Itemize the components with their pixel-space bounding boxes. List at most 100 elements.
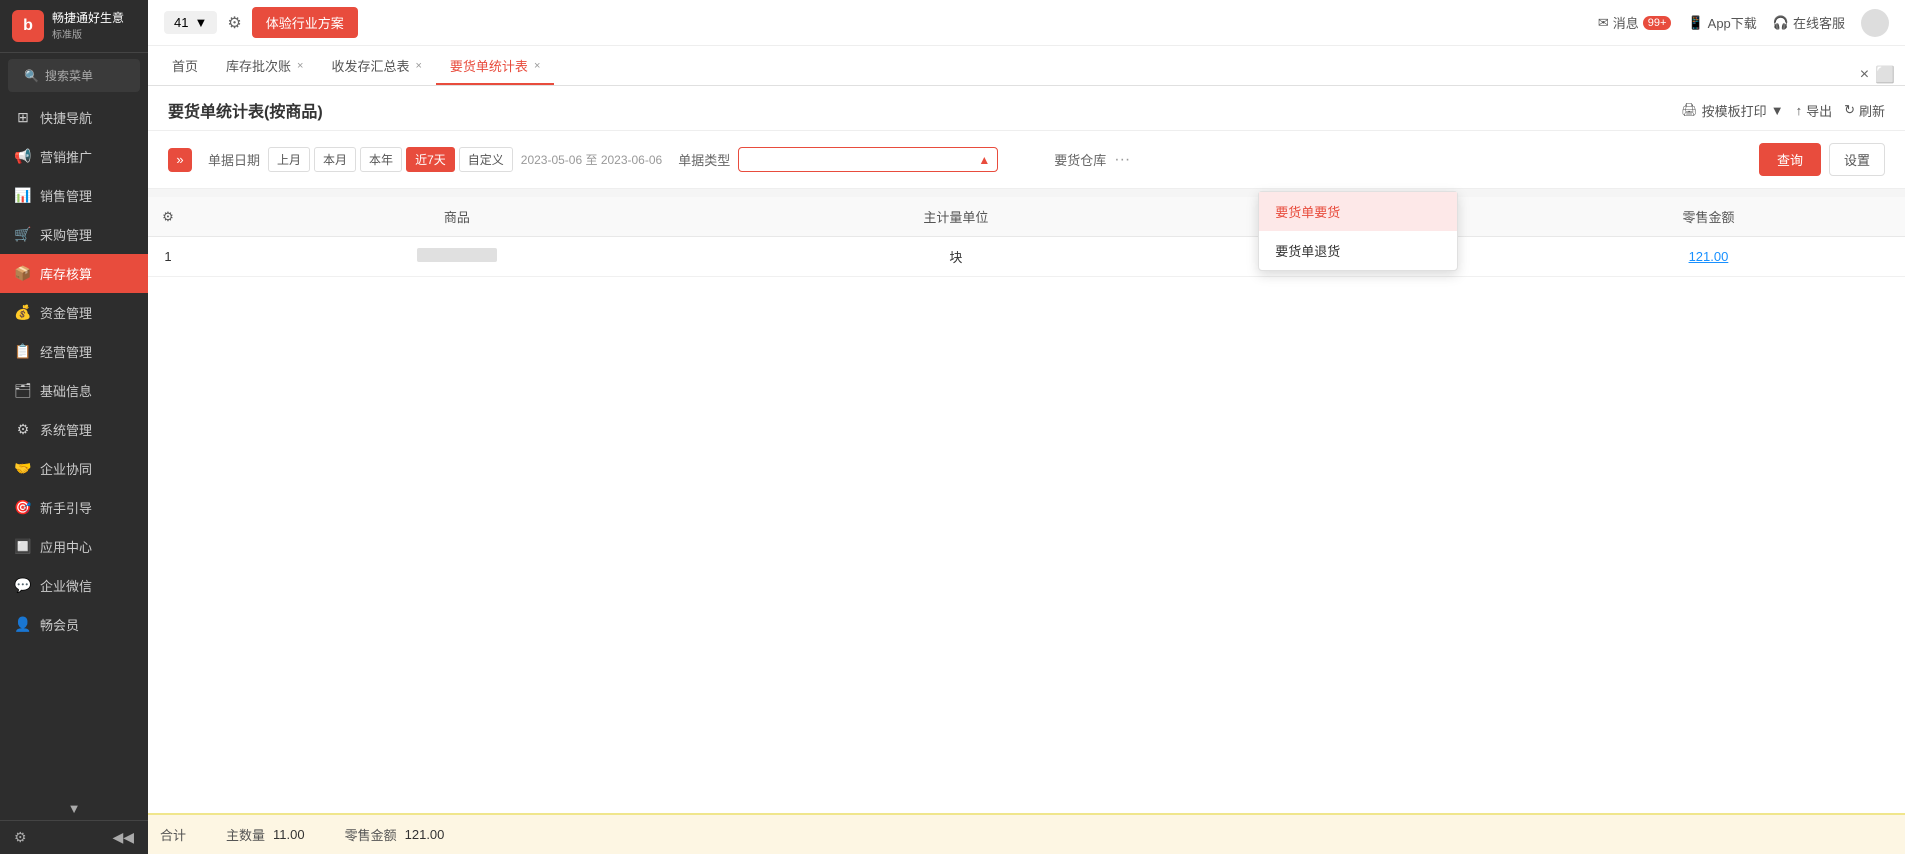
tab-close-icon[interactable]: × [415,60,421,72]
col-product: 商品 [188,197,726,237]
sidebar-item-apps[interactable]: 🔲 应用中心 [0,527,148,566]
export-icon: ↑ [1796,103,1803,118]
date-btn-prev-month[interactable]: 上月 [268,147,310,172]
settings-action-btn[interactable]: 设置 [1829,143,1885,176]
type-filter-arrow-icon[interactable]: ▲ [978,153,990,167]
sidebar-logo: b 畅捷通好生意 标准版 [0,0,148,53]
type-filter-input[interactable] [738,147,998,172]
sidebar-item-finance[interactable]: 💰 资金管理 [0,293,148,332]
online-service-label: 在线客服 [1793,13,1845,32]
sidebar-item-wechat[interactable]: 💬 企业微信 [0,566,148,605]
footer-amount-value: 121.00 [405,827,445,842]
user-avatar[interactable] [1861,9,1889,37]
sidebar-settings-icon[interactable]: ⚙ [14,829,27,846]
tab-restore-icon[interactable]: ⬜ [1875,65,1895,85]
print-btn[interactable]: 🖨 按模板打印 ▼ [1681,101,1783,120]
guide-icon: 🎯 [14,499,32,517]
footer-label: 合计 [160,825,186,844]
date-filter-group: 单据日期 上月 本月 本年 近7天 自定义 2023-05-06 至 2023-… [208,147,662,172]
date-btn-custom[interactable]: 自定义 [459,147,513,172]
tab-close-icon[interactable]: × [297,60,303,72]
sidebar-item-label: 系统管理 [40,420,92,439]
topbar-settings-icon[interactable]: ⚙ [227,13,241,33]
date-range-btns: 上月 本月 本年 近7天 自定义 [268,147,513,172]
warehouse-dots-btn[interactable]: ··· [1114,151,1130,169]
table-footer: 合计 主数量 11.00 零售金额 121.00 [148,813,1905,854]
tab-requisition[interactable]: 要货单统计表 × [436,48,554,85]
topbar-right: ✉ 消息 99+ 📱 App下载 🎧 在线客服 [1598,9,1889,37]
message-btn[interactable]: ✉ 消息 99+ [1598,13,1672,32]
logo-icon: b [12,10,44,42]
print-label: 按模板打印 [1702,101,1767,120]
tab-close-icon[interactable]: × [534,60,540,72]
tab-receive-send[interactable]: 收发存汇总表 × [317,48,435,85]
sidebar-item-sales[interactable]: 📊 销售管理 [0,176,148,215]
tab-close-all-icon[interactable]: × [1860,66,1869,84]
online-service-btn[interactable]: 🎧 在线客服 [1773,13,1845,32]
data-table: ⚙ 商品 主计量单位 主数量 零售金额 1 块 [148,197,1905,277]
sidebar-item-enterprise[interactable]: 🤝 企业协同 [0,449,148,488]
col-settings-icon[interactable]: ⚙ [162,209,174,224]
wechat-icon: 💬 [14,577,32,595]
topbar: 41 ▼ ⚙ 体验行业方案 ✉ 消息 99+ 📱 App下载 🎧 在线客服 [148,0,1905,46]
sidebar-item-operations[interactable]: 📋 经营管理 [0,332,148,371]
sidebar-item-basics[interactable]: 🗂 基础信息 [0,371,148,410]
sidebar-item-system[interactable]: ⚙ 系统管理 [0,410,148,449]
sidebar-item-quick-nav[interactable]: ⊞ 快捷导航 [0,98,148,137]
table-settings-col: ⚙ [148,197,188,237]
refresh-btn[interactable]: ↻ 刷新 [1844,101,1885,120]
row-product [188,237,726,277]
app-download-label: App下载 [1708,13,1757,32]
sidebar-item-marketing[interactable]: 📢 营销推广 [0,137,148,176]
sidebar-item-label: 经营管理 [40,342,92,361]
search-icon: 🔍 [24,69,39,83]
sidebar-item-label: 应用中心 [40,537,92,556]
apps-icon: 🔲 [14,538,32,556]
date-range-text: 2023-05-06 至 2023-06-06 [521,151,662,168]
search-menu-btn[interactable]: 🔍 搜索菜单 [8,59,140,92]
sidebar-item-label: 销售管理 [40,186,92,205]
sidebar-item-inventory[interactable]: 📦 库存核算 [0,254,148,293]
brand-sub: 标准版 [52,26,124,41]
phone-icon: 📱 [1687,15,1703,31]
col-amount: 零售金额 [1512,197,1905,237]
refresh-icon: ↻ [1844,102,1855,118]
tab-inventory-batch[interactable]: 库存批次账 × [212,48,317,85]
query-btn[interactable]: 查询 [1759,143,1821,176]
trial-btn[interactable]: 体验行业方案 [252,7,358,38]
export-btn[interactable]: ↑ 导出 [1796,101,1833,120]
page-title: 要货单统计表(按商品) [168,98,323,122]
row-amount: 121.00 [1512,237,1905,277]
dropdown-item-label: 要货单退货 [1275,244,1340,259]
basics-icon: 🗂 [14,382,32,400]
message-icon: ✉ [1598,15,1609,31]
operations-icon: 📋 [14,343,32,361]
filter-expand-btn[interactable]: » [168,148,192,172]
app-download-btn[interactable]: 📱 App下载 [1687,13,1756,32]
members-icon: 👤 [14,616,32,634]
date-btn-this-month[interactable]: 本月 [314,147,356,172]
message-badge: 99+ [1643,16,1672,30]
dropdown-item-return[interactable]: 要货单退货 [1259,231,1457,270]
footer-item-amount: 零售金额 121.00 [345,825,445,844]
store-selector[interactable]: 41 ▼ [164,11,217,34]
type-filter-label: 单据类型 [678,150,730,169]
warehouse-filter-group: 要货仓库 ··· [1054,150,1130,169]
dropdown-item-requisition[interactable]: 要货单要货 [1259,192,1457,231]
tab-home[interactable]: 首页 [158,48,212,85]
headset-icon: 🎧 [1773,15,1789,31]
expand-icon: » [176,152,183,167]
sidebar-item-label: 畅会员 [40,615,79,634]
marketing-icon: 📢 [14,148,32,166]
date-btn-this-year[interactable]: 本年 [360,147,402,172]
sidebar-item-purchase[interactable]: 🛒 采购管理 [0,215,148,254]
quick-nav-icon: ⊞ [14,109,32,127]
sidebar-item-guide[interactable]: 🎯 新手引导 [0,488,148,527]
date-btn-7days[interactable]: 近7天 [406,147,455,172]
sidebar-scroll-down[interactable]: ▼ [0,797,148,820]
tab-label: 收发存汇总表 [331,56,409,75]
sidebar-collapse-icon[interactable]: ◀◀ [112,829,134,846]
table-row: 1 块 11.00 121.00 [148,237,1905,277]
sidebar-item-members[interactable]: 👤 畅会员 [0,605,148,644]
sidebar-item-label: 快捷导航 [40,108,92,127]
